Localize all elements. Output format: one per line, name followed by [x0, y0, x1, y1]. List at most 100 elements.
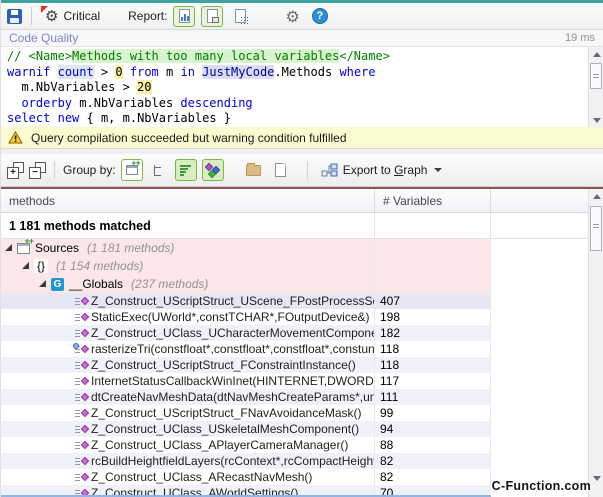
code-line: warnif count > 0 from m in JustMyCode.Me… — [7, 65, 583, 81]
help-icon[interactable]: ? — [312, 8, 328, 24]
warning-message: Query compilation succeeded but warning … — [31, 131, 347, 145]
table-row[interactable]: rcBuildHeightfieldLayers(rcContext*,rcCo… — [1, 453, 603, 469]
code-token: descending — [180, 96, 252, 110]
editor-scrollbar[interactable] — [588, 47, 603, 127]
code-line: m.NbVariables > 20 — [7, 80, 583, 96]
method-icon — [75, 410, 88, 417]
method-icon — [75, 298, 88, 305]
method-icon — [75, 330, 88, 337]
group-by-hierarchy-button[interactable] — [148, 159, 170, 181]
table-row[interactable]: Z_Construct_UScriptStruct_UScene_FPostPr… — [1, 293, 603, 309]
report-window-button[interactable] — [201, 6, 223, 27]
tree-node-label: __Globals — [69, 277, 123, 291]
row-filler — [491, 239, 603, 257]
code-token — [123, 65, 130, 79]
method-name-cell: rasterizeTri(constfloat*,constfloat*,con… — [1, 341, 375, 357]
editor-scrollbar-thumb[interactable] — [590, 63, 602, 89]
method-name-cell: Z_Construct_UClass_USkeletalMeshComponen… — [1, 421, 375, 437]
group-by-parent-button[interactable] — [121, 159, 143, 181]
group-by-list-button[interactable] — [175, 159, 197, 181]
code-line: // <Name>Methods with too many local var… — [7, 49, 583, 65]
table-row[interactable]: InternetStatusCallbackWinInet(HINTERNET,… — [1, 373, 603, 389]
results-scrollbar[interactable] — [588, 189, 603, 497]
table-row[interactable]: StaticExec(UWorld*,constTCHAR*,FOutputDe… — [1, 309, 603, 325]
method-diamond-icon — [81, 409, 89, 417]
expander-icon[interactable] — [22, 262, 29, 269]
variables-value: 198 — [375, 309, 491, 325]
tree-node-count: (237 methods) — [131, 277, 208, 291]
report-window-icon — [207, 9, 218, 23]
column-header-methods[interactable]: methods — [1, 189, 375, 212]
results-scrollbar-thumb[interactable] — [590, 206, 602, 251]
watermark: C-Function.com — [492, 479, 591, 493]
tree-hierarchy-icon — [152, 164, 165, 177]
results-panel: methods # Variables 1 181 methods matche… — [1, 187, 603, 497]
expander-icon[interactable] — [39, 280, 46, 287]
group-by-kind-button[interactable] — [202, 159, 224, 181]
report-chart-icon — [179, 9, 190, 23]
method-diamond-icon — [81, 313, 89, 321]
method-name-cell: rcBuildHeightfieldLayers(rcContext*,rcCo… — [1, 453, 375, 469]
query-toolbar: ⚙ Critical Report: ⚙ ? — [1, 3, 603, 30]
scroll-down-icon[interactable] — [589, 113, 603, 127]
save-icon[interactable] — [7, 9, 22, 24]
tree-row[interactable]: {}(1 154 methods) — [1, 257, 603, 275]
code-lines: // <Name>Methods with too many local var… — [1, 47, 603, 127]
table-row[interactable]: Z_Construct_UClass_UCharacterMovementCom… — [1, 325, 603, 341]
method-name: dtCreateNavMeshData(dtNavMeshCreateParam… — [91, 390, 375, 404]
document-icon — [275, 163, 286, 177]
scroll-down-icon[interactable] — [589, 471, 603, 485]
row-filler — [491, 275, 603, 293]
method-name: Z_Construct_UClass_UCharacterMovementCom… — [91, 326, 375, 340]
method-name: Z_Construct_UScriptStruct_UScene_FPostPr… — [91, 294, 375, 308]
code-token: </Name> — [339, 49, 390, 63]
collapse-all-button[interactable]: − — [29, 162, 46, 179]
method-grip-icon — [75, 362, 80, 369]
variables-cell — [375, 275, 491, 293]
method-name-cell: InternetStatusCallbackWinInet(HINTERNET,… — [1, 373, 375, 389]
table-row[interactable]: dtCreateNavMeshData(dtNavMeshCreateParam… — [1, 389, 603, 405]
table-row[interactable]: Z_Construct_UClass_USkeletalMeshComponen… — [1, 421, 603, 437]
new-document-button[interactable] — [270, 159, 292, 181]
method-grip-icon — [75, 314, 80, 321]
code-token — [50, 65, 57, 79]
export-to-graph-button[interactable]: Export to Graph — [316, 161, 448, 179]
row-filler — [491, 437, 603, 453]
method-icon — [75, 378, 88, 385]
expand-all-button[interactable]: + — [7, 162, 24, 179]
report-matrix-button[interactable] — [229, 6, 251, 27]
table-row[interactable]: Z_Construct_UClass_APlayerCameraManager(… — [1, 437, 603, 453]
code-token: 0 — [115, 65, 122, 79]
method-name: Z_Construct_UClass_APlayerCameraManager(… — [91, 438, 348, 452]
row-filler — [491, 421, 603, 437]
code-token: from — [130, 65, 159, 79]
scroll-up-icon[interactable] — [589, 189, 603, 203]
table-row[interactable]: Z_Construct_UScriptStruct_FConstraintIns… — [1, 357, 603, 373]
critical-button[interactable]: ⚙ Critical — [41, 7, 104, 25]
method-name-cell: dtCreateNavMeshData(dtNavMeshCreateParam… — [1, 389, 375, 405]
table-row[interactable]: Z_Construct_UScriptStruct_FNavAvoidanceM… — [1, 405, 603, 421]
scroll-up-icon[interactable] — [589, 47, 603, 61]
tree-row[interactable]: Sources(1 181 methods) — [1, 239, 603, 257]
variables-cell — [375, 257, 491, 275]
method-name: StaticExec(UWorld*,constTCHAR*,FOutputDe… — [91, 310, 370, 324]
column-header-variables[interactable]: # Variables — [375, 189, 491, 212]
method-diamond-icon — [81, 473, 89, 481]
folder-icon — [246, 165, 261, 176]
code-token: { m, m.NbVariables } — [79, 111, 231, 125]
table-row[interactable]: rasterizeTri(constfloat*,constfloat*,con… — [1, 341, 603, 357]
open-folder-button[interactable] — [243, 159, 265, 181]
report-html-button[interactable] — [173, 6, 195, 27]
toolbar-separator — [54, 161, 55, 179]
row-filler — [491, 373, 603, 389]
variables-value: 82 — [375, 469, 491, 485]
method-icon — [75, 426, 88, 433]
tree-node-count: (1 154 methods) — [56, 259, 143, 273]
expander-icon[interactable] — [5, 244, 12, 251]
method-grip-icon — [75, 474, 80, 481]
variables-value: 407 — [375, 293, 491, 309]
tree-row[interactable]: G__Globals(237 methods) — [1, 275, 603, 293]
settings-gear-icon[interactable]: ⚙ — [285, 7, 299, 26]
method-grip-icon — [75, 410, 80, 417]
code-editor[interactable]: // <Name>Methods with too many local var… — [1, 47, 603, 127]
